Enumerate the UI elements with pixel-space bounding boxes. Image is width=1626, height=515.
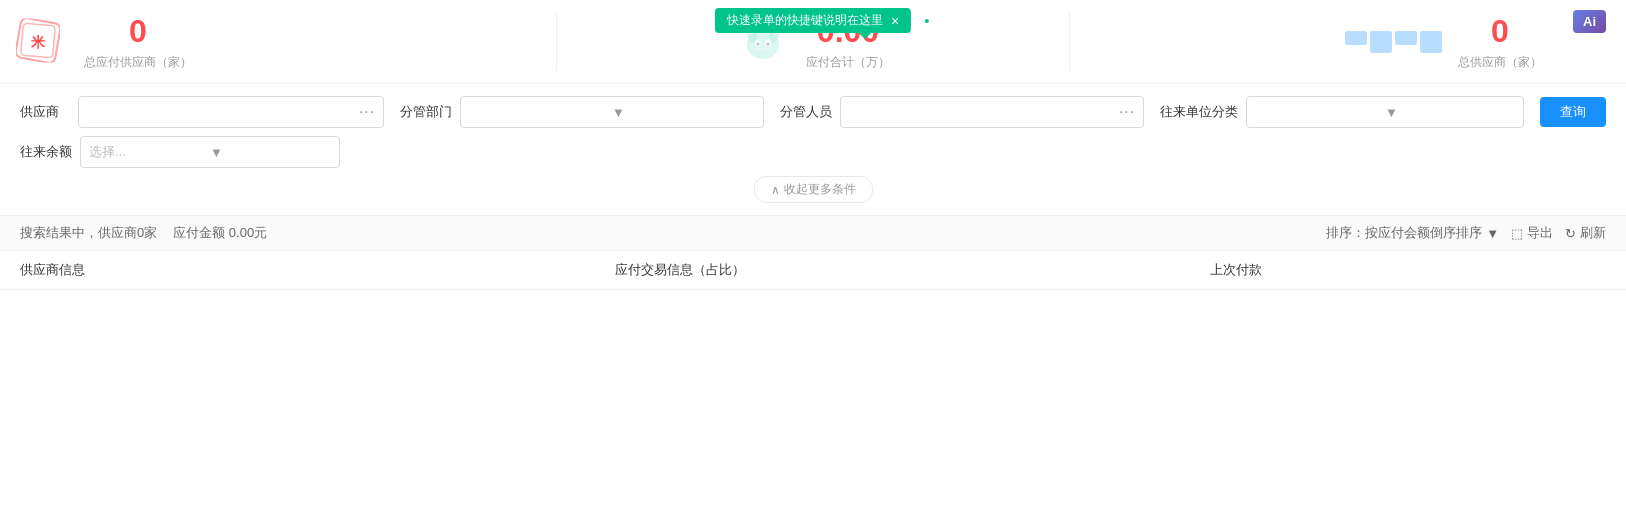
result-bar: 搜索结果中，供应商0家 应付金额 0.00元 排序：按应付会额倒序排序 ▼ ⬚ … xyxy=(0,216,1626,251)
mini-block-2 xyxy=(1370,31,1392,53)
refresh-label: 刷新 xyxy=(1580,224,1606,242)
col-transaction-info: 应付交易信息（占比） xyxy=(615,261,1210,279)
dept-label: 分管部门 xyxy=(400,103,452,121)
table-container: 供应商信息 应付交易信息（占比） 上次付款 xyxy=(0,251,1626,490)
person-input-wrap[interactable]: ··· xyxy=(840,96,1144,128)
col-last-payment-label: 上次付款 xyxy=(1210,262,1262,277)
tooltip-badge: 快速录单的快捷键说明在这里 × xyxy=(715,8,911,33)
col-last-payment: 上次付款 xyxy=(1210,261,1607,279)
collapse-label: 收起更多条件 xyxy=(784,181,856,198)
stat-payable-total: 0.00 应付合计（万） 快速录单的快捷键说明在这里 × xyxy=(557,12,1070,71)
filter-row-2: 往来余额 选择... ▼ xyxy=(20,136,340,168)
mini-block-1 xyxy=(1345,31,1367,45)
mini-block-4 xyxy=(1420,31,1442,53)
person-dots-btn[interactable]: ··· xyxy=(1119,103,1135,121)
query-button[interactable]: 查询 xyxy=(1540,97,1606,127)
mini-blocks-icon xyxy=(1345,31,1442,53)
sort-arrow-icon: ▼ xyxy=(1486,226,1499,241)
collapse-button[interactable]: ∧ 收起更多条件 xyxy=(754,176,873,203)
payable-suppliers-label: 总应付供应商（家） xyxy=(84,54,192,71)
result-info: 搜索结果中，供应商0家 应付金额 0.00元 xyxy=(20,224,267,242)
balance-arrow-icon: ▼ xyxy=(210,145,331,160)
filter-person: 分管人员 ··· xyxy=(780,96,1144,128)
filter-balance: 往来余额 选择... ▼ xyxy=(20,136,340,168)
filter-row-1: 供应商 ··· 分管部门 ▼ 分管人员 ··· 往来单位分类 xyxy=(20,96,1606,128)
filter-supplier: 供应商 ··· xyxy=(20,96,384,128)
balance-placeholder: 选择... xyxy=(89,143,210,161)
table-body xyxy=(0,290,1626,490)
export-button[interactable]: ⬚ 导出 xyxy=(1511,224,1553,242)
logo-icon: 米 xyxy=(16,18,60,65)
supplier-input[interactable] xyxy=(87,105,359,120)
collapse-bar: ∧ 收起更多条件 xyxy=(20,176,1606,203)
stats-bar: 米 0 总应付供应商（家） xyxy=(0,0,1626,84)
refresh-icon: ↻ xyxy=(1565,226,1576,241)
table-header: 供应商信息 应付交易信息（占比） 上次付款 xyxy=(0,251,1626,290)
result-actions: 排序：按应付会额倒序排序 ▼ ⬚ 导出 ↻ 刷新 xyxy=(1326,224,1606,242)
col-supplier-info: 供应商信息 xyxy=(20,261,615,279)
supplier-label: 供应商 xyxy=(20,103,70,121)
supplier-dots-btn[interactable]: ··· xyxy=(359,103,375,121)
export-icon: ⬚ xyxy=(1511,226,1523,241)
sort-label: 排序：按应付会额倒序排序 xyxy=(1326,224,1482,242)
payable-suppliers-number: 0 xyxy=(129,12,147,50)
tooltip-dot xyxy=(923,17,931,25)
payable-total-label: 应付合计（万） xyxy=(806,54,890,71)
stat-total-suppliers: 0 总供应商（家） xyxy=(1070,12,1602,71)
stats-wrapper: 0 总应付供应商（家） 0.00 应付 xyxy=(24,12,1602,71)
col-transaction-info-label: 应付交易信息（占比） xyxy=(615,262,745,277)
stat-payable-suppliers: 0 总应付供应商（家） xyxy=(24,12,557,71)
svg-text:米: 米 xyxy=(30,33,46,49)
svg-point-9 xyxy=(767,43,770,46)
unit-class-dropdown[interactable]: ▼ xyxy=(1246,96,1524,128)
person-label: 分管人员 xyxy=(780,103,832,121)
sort-button[interactable]: 排序：按应付会额倒序排序 ▼ xyxy=(1326,224,1499,242)
mini-block-3 xyxy=(1395,31,1417,45)
filter-section: 供应商 ··· 分管部门 ▼ 分管人员 ··· 往来单位分类 xyxy=(0,84,1626,216)
dept-arrow-icon: ▼ xyxy=(612,105,755,120)
svg-point-8 xyxy=(757,43,760,46)
refresh-button[interactable]: ↻ 刷新 xyxy=(1565,224,1606,242)
col-supplier-info-label: 供应商信息 xyxy=(20,262,85,277)
total-suppliers-number: 0 xyxy=(1491,12,1509,50)
unit-class-arrow-icon: ▼ xyxy=(1385,105,1515,120)
dept-dropdown[interactable]: ▼ xyxy=(460,96,764,128)
balance-label: 往来余额 xyxy=(20,143,72,161)
filter-unit-class: 往来单位分类 ▼ xyxy=(1160,96,1524,128)
collapse-chevron-icon: ∧ xyxy=(771,183,780,197)
balance-dropdown[interactable]: 选择... ▼ xyxy=(80,136,340,168)
tooltip-close-btn[interactable]: × xyxy=(891,14,899,28)
amount-text: 应付金额 0.00元 xyxy=(173,224,267,242)
unit-class-label: 往来单位分类 xyxy=(1160,103,1238,121)
export-label: 导出 xyxy=(1527,224,1553,242)
ai-badge[interactable]: Ai xyxy=(1573,10,1606,33)
person-input[interactable] xyxy=(849,105,1119,120)
tooltip-text: 快速录单的快捷键说明在这里 xyxy=(727,12,883,29)
total-suppliers-label: 总供应商（家） xyxy=(1458,54,1542,71)
filter-dept: 分管部门 ▼ xyxy=(400,96,764,128)
supplier-count-text: 搜索结果中，供应商0家 xyxy=(20,224,157,242)
supplier-input-wrap[interactable]: ··· xyxy=(78,96,384,128)
